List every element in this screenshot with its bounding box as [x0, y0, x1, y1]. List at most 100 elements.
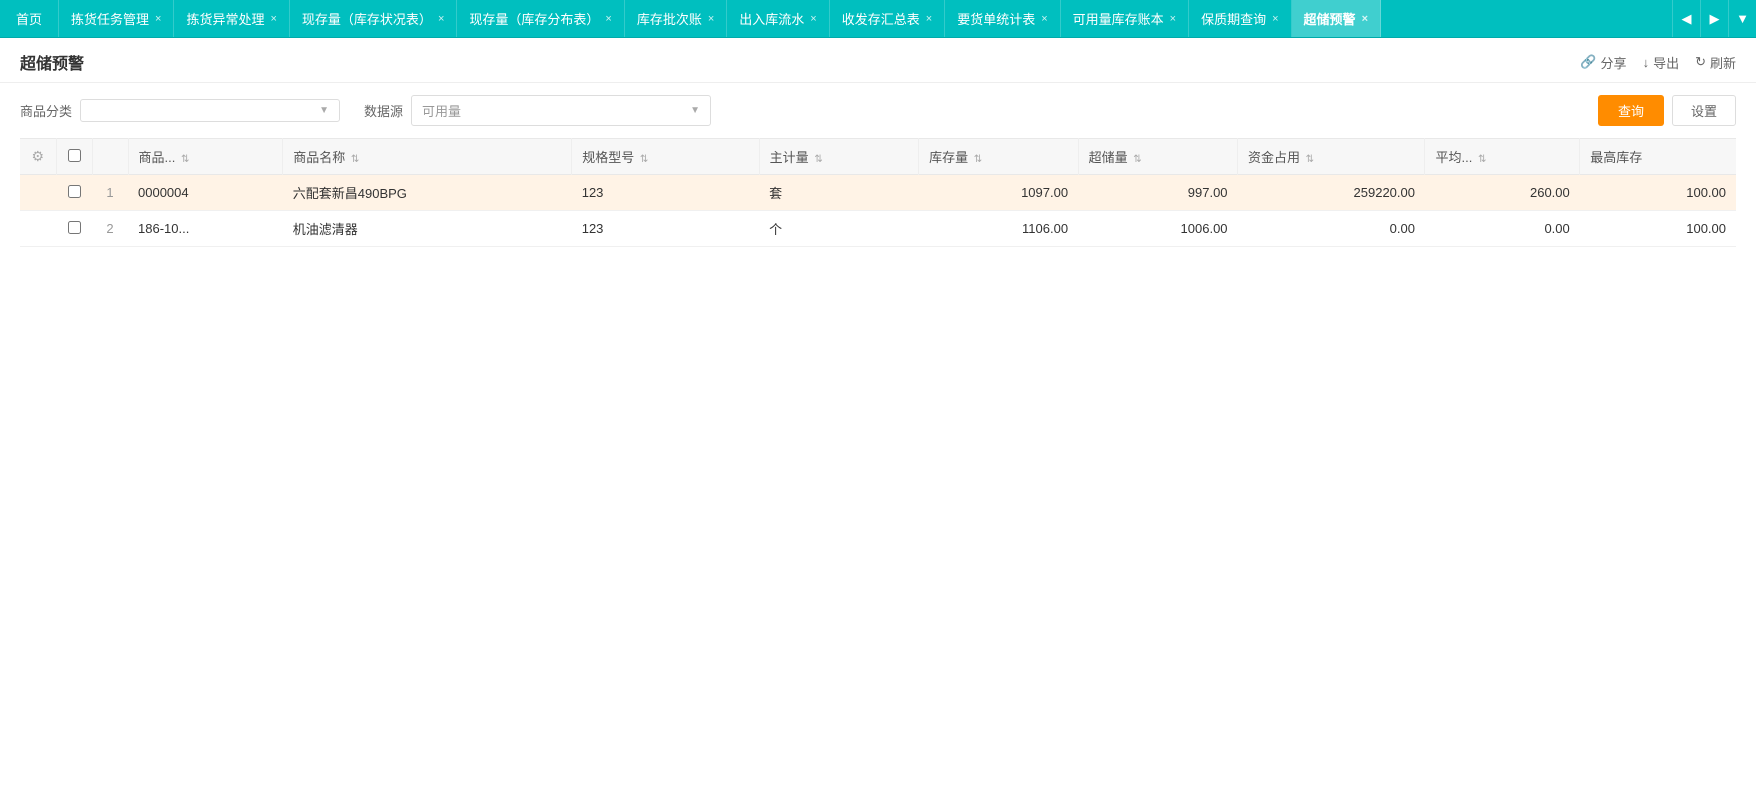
close-tab-icon[interactable]: × — [1272, 13, 1278, 25]
nav-more-button[interactable]: ▼ — [1728, 0, 1756, 38]
query-button[interactable]: 查询 — [1598, 95, 1664, 126]
close-tab-icon[interactable]: × — [605, 13, 611, 25]
share-icon: 🔗 — [1580, 54, 1596, 70]
nav-tab-jianhuo-renwu[interactable]: 拣货任务管理 × — [59, 0, 174, 38]
th-settings: ⚙ — [20, 139, 56, 175]
datasource-label: 数据源 — [364, 101, 403, 120]
th-index — [92, 139, 128, 175]
page-header: 超储预警 🔗 分享 ↓ 导出 ↻ 刷新 — [0, 38, 1756, 83]
page-container: 超储预警 🔗 分享 ↓ 导出 ↻ 刷新 商品分类 ▼ 数据源 — [0, 38, 1756, 800]
td-spec: 123 — [572, 175, 759, 211]
sort-icon: ⇅ — [351, 154, 359, 165]
sort-icon: ⇅ — [1478, 154, 1486, 165]
close-tab-icon[interactable]: × — [1362, 13, 1368, 25]
nav-tab-shofacun-huizong[interactable]: 收发存汇总表 × — [830, 0, 945, 38]
close-tab-icon[interactable]: × — [155, 13, 161, 25]
td-capital: 0.00 — [1238, 211, 1425, 247]
close-tab-icon[interactable]: × — [1041, 13, 1047, 25]
top-navigation: 首页 拣货任务管理 × 拣货异常处理 × 现存量（库存状况表） × 现存量（库存… — [0, 0, 1756, 38]
nav-tab-chaochuyujing[interactable]: 超储预警 × — [1292, 0, 1381, 38]
td-unit: 套 — [759, 175, 918, 211]
nav-tab-churuku-liushui[interactable]: 出入库流水 × — [727, 0, 829, 38]
table-header-row: ⚙ 商品... ⇅ 商品名称 ⇅ 规格型号 — [20, 139, 1736, 175]
td-overstock: 997.00 — [1078, 175, 1237, 211]
td-product-code: 0000004 — [128, 175, 283, 211]
category-filter: 商品分类 ▼ — [20, 99, 340, 122]
td-max-stock: 100.00 — [1580, 211, 1736, 247]
td-capital: 259220.00 — [1238, 175, 1425, 211]
chevron-down-icon: ▼ — [319, 105, 329, 116]
nav-tab-jianhuo-yichang[interactable]: 拣货异常处理 × — [174, 0, 289, 38]
td-index: 1 — [92, 175, 128, 211]
sort-icon: ⇅ — [1133, 154, 1141, 165]
close-tab-icon[interactable]: × — [438, 13, 444, 25]
category-label: 商品分类 — [20, 101, 72, 120]
th-product-code[interactable]: 商品... ⇅ — [128, 139, 283, 175]
td-max-stock: 100.00 — [1580, 175, 1736, 211]
gear-icon[interactable]: ⚙ — [31, 148, 44, 164]
nav-arrows: ◀ ▶ ▼ — [1672, 0, 1756, 38]
settings-button[interactable]: 设置 — [1672, 95, 1736, 126]
page-title: 超储预警 — [20, 50, 84, 74]
th-checkbox — [56, 139, 92, 175]
sort-icon: ⇅ — [181, 154, 189, 165]
th-stock[interactable]: 库存量 ⇅ — [919, 139, 1078, 175]
td-avg: 0.00 — [1425, 211, 1580, 247]
nav-home[interactable]: 首页 — [0, 0, 59, 38]
refresh-button[interactable]: ↻ 刷新 — [1695, 53, 1736, 72]
row-checkbox[interactable] — [68, 221, 81, 234]
nav-tab-kucun-pici[interactable]: 库存批次账 × — [625, 0, 727, 38]
close-tab-icon[interactable]: × — [270, 13, 276, 25]
nav-tab-xiancunliang-fenbiao[interactable]: 现存量（库存分布表） × — [457, 0, 624, 38]
close-tab-icon[interactable]: × — [810, 13, 816, 25]
th-unit[interactable]: 主计量 ⇅ — [759, 139, 918, 175]
sort-icon: ⇅ — [974, 154, 982, 165]
td-avg: 260.00 — [1425, 175, 1580, 211]
td-product-name: 机油滤清器 — [283, 211, 572, 247]
select-all-checkbox[interactable] — [68, 149, 81, 162]
th-avg[interactable]: 平均... ⇅ — [1425, 139, 1580, 175]
th-overstock[interactable]: 超储量 ⇅ — [1078, 139, 1237, 175]
row-checkbox[interactable] — [68, 185, 81, 198]
td-index: 2 — [92, 211, 128, 247]
td-checkbox — [56, 175, 92, 211]
export-icon: ↓ — [1643, 55, 1650, 70]
close-tab-icon[interactable]: × — [926, 13, 932, 25]
datasource-filter: 数据源 可用量 ▼ — [364, 95, 711, 126]
td-product-code: 186-10... — [128, 211, 283, 247]
close-tab-icon[interactable]: × — [708, 13, 714, 25]
nav-tab-yaohuo-tongji[interactable]: 要货单统计表 × — [945, 0, 1060, 38]
table-wrap: ⚙ 商品... ⇅ 商品名称 ⇅ 规格型号 — [0, 138, 1756, 247]
nav-prev-button[interactable]: ◀ — [1672, 0, 1700, 38]
chevron-down-icon: ▼ — [690, 105, 700, 116]
td-stock: 1106.00 — [919, 211, 1078, 247]
sort-icon: ⇅ — [814, 154, 822, 165]
sort-icon: ⇅ — [640, 154, 648, 165]
th-capital[interactable]: 资金占用 ⇅ — [1238, 139, 1425, 175]
td-settings — [20, 211, 56, 247]
header-actions: 🔗 分享 ↓ 导出 ↻ 刷新 — [1580, 53, 1736, 72]
th-spec[interactable]: 规格型号 ⇅ — [572, 139, 759, 175]
category-select[interactable]: ▼ — [80, 99, 340, 122]
datasource-select[interactable]: 可用量 ▼ — [411, 95, 711, 126]
th-product-name[interactable]: 商品名称 ⇅ — [283, 139, 572, 175]
sort-icon: ⇅ — [1306, 154, 1314, 165]
td-unit: 个 — [759, 211, 918, 247]
td-product-name: 六配套新昌490BPG — [283, 175, 572, 211]
nav-tab-xiancunliang-kuanzhuang[interactable]: 现存量（库存状况表） × — [290, 0, 457, 38]
td-checkbox — [56, 211, 92, 247]
nav-tab-keyongliang-zhangben[interactable]: 可用量库存账本 × — [1061, 0, 1189, 38]
export-button[interactable]: ↓ 导出 — [1643, 53, 1680, 72]
td-overstock: 1006.00 — [1078, 211, 1237, 247]
nav-tab-baozhi-chaxun[interactable]: 保质期查询 × — [1189, 0, 1291, 38]
td-spec: 123 — [572, 211, 759, 247]
td-settings — [20, 175, 56, 211]
close-tab-icon[interactable]: × — [1170, 13, 1176, 25]
td-stock: 1097.00 — [919, 175, 1078, 211]
table-row: 2 186-10... 机油滤清器 123 个 1106.00 1006.00 … — [20, 211, 1736, 247]
nav-next-button[interactable]: ▶ — [1700, 0, 1728, 38]
share-button[interactable]: 🔗 分享 — [1580, 53, 1626, 72]
data-table: ⚙ 商品... ⇅ 商品名称 ⇅ 规格型号 — [20, 138, 1736, 247]
filter-actions: 查询 设置 — [1598, 95, 1736, 126]
th-max-stock[interactable]: 最高库存 — [1580, 139, 1736, 175]
